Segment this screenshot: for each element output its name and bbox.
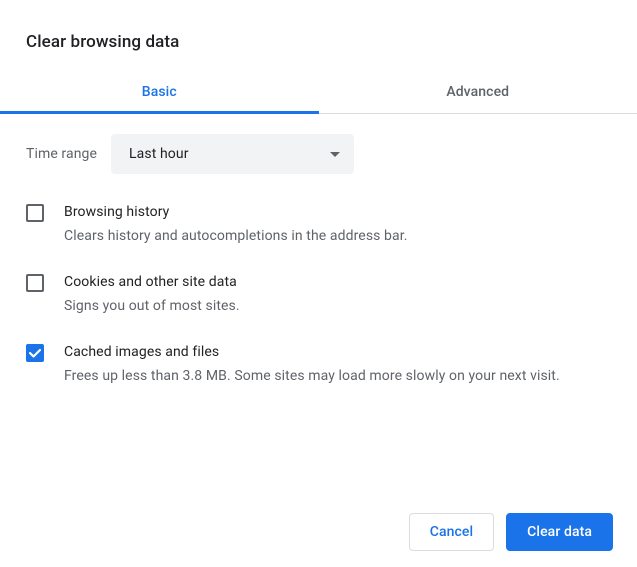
- clear-data-button[interactable]: Clear data: [506, 513, 613, 551]
- option-desc: Frees up less than 3.8 MB. Some sites ma…: [64, 366, 611, 386]
- option-desc: Signs you out of most sites.: [64, 296, 611, 316]
- check-icon: [27, 345, 43, 361]
- tab-basic[interactable]: Basic: [0, 72, 319, 113]
- option-title: Cookies and other site data: [64, 272, 611, 292]
- dialog-footer: Cancel Clear data: [409, 513, 613, 551]
- option-desc: Clears history and autocompletions in th…: [64, 226, 611, 246]
- option-text: Cached images and files Frees up less th…: [64, 342, 611, 386]
- tab-bar: Basic Advanced: [0, 72, 637, 114]
- option-browsing-history: Browsing history Clears history and auto…: [0, 192, 637, 262]
- dialog-title: Clear browsing data: [0, 0, 637, 72]
- time-range-value: Last hour: [129, 146, 189, 162]
- option-title: Cached images and files: [64, 342, 611, 362]
- option-cached: Cached images and files Frees up less th…: [0, 332, 637, 402]
- option-title: Browsing history: [64, 202, 611, 222]
- option-text: Browsing history Clears history and auto…: [64, 202, 611, 246]
- option-text: Cookies and other site data Signs you ou…: [64, 272, 611, 316]
- tab-advanced[interactable]: Advanced: [319, 72, 637, 113]
- checkbox-browsing-history[interactable]: [26, 204, 44, 222]
- time-range-select[interactable]: Last hour: [111, 134, 354, 174]
- option-cookies: Cookies and other site data Signs you ou…: [0, 262, 637, 332]
- checkbox-cookies[interactable]: [26, 274, 44, 292]
- checkbox-cached[interactable]: [26, 344, 44, 362]
- time-range-row: Time range Last hour: [0, 114, 637, 192]
- chevron-down-icon: [330, 152, 340, 157]
- cancel-button[interactable]: Cancel: [409, 513, 494, 551]
- time-range-label: Time range: [26, 146, 97, 162]
